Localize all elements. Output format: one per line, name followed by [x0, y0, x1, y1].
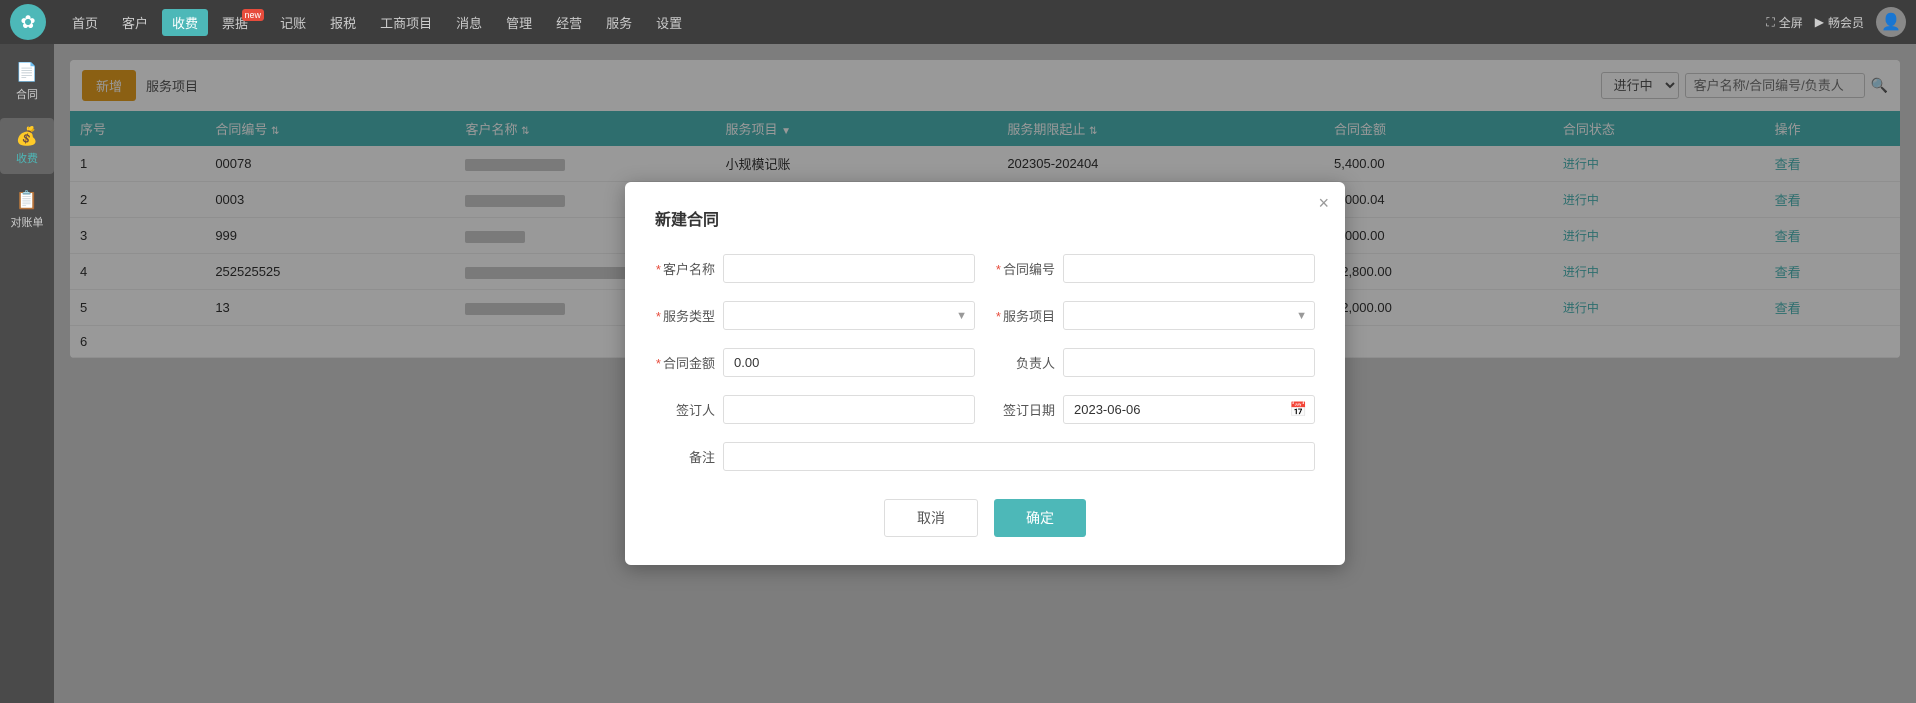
required-mark-3: *: [656, 309, 661, 324]
form-group-amount: *合同金额: [655, 348, 975, 377]
nav-bill[interactable]: 票据 new: [212, 9, 266, 36]
sidebar-statement-label: 对账单: [11, 214, 44, 230]
nav-message[interactable]: 消息: [446, 9, 492, 36]
sidebar: 📄 合同 💰 收费 📋 对账单: [0, 44, 54, 703]
form-row-5: 备注: [655, 442, 1315, 471]
nav-tax[interactable]: 报税: [320, 9, 366, 36]
form-group-service-type: *服务类型 ▼: [655, 301, 975, 330]
nav-manage[interactable]: 管理: [496, 9, 542, 36]
customer-name-input[interactable]: [723, 254, 975, 283]
cancel-button[interactable]: 取消: [884, 499, 978, 537]
required-mark-4: *: [996, 309, 1001, 324]
sidebar-item-fee[interactable]: 💰 收费: [0, 118, 54, 174]
form-row-3: *合同金额 负责人: [655, 348, 1315, 377]
avatar[interactable]: 👤: [1876, 7, 1906, 37]
statement-icon: 📋: [16, 190, 38, 211]
confirm-button[interactable]: 确定: [994, 499, 1086, 537]
main-layout: 📄 合同 💰 收费 📋 对账单 新增 服务项目 进行中 已完成 已终止: [0, 44, 1916, 703]
sign-date-input[interactable]: [1063, 395, 1315, 424]
new-contract-modal: × 新建合同 *客户名称 *合同编号: [625, 182, 1345, 565]
modal-close-button[interactable]: ×: [1318, 194, 1329, 212]
sidebar-item-statement[interactable]: 📋 对账单: [0, 182, 54, 238]
fullscreen-icon: ⛶: [1766, 15, 1774, 30]
modal-footer: 取消 确定: [655, 499, 1315, 537]
form-group-customer: *客户名称: [655, 254, 975, 283]
form-group-contract-no: *合同编号: [995, 254, 1315, 283]
nav-fee[interactable]: 收费: [162, 9, 208, 36]
service-item-select[interactable]: [1063, 301, 1315, 330]
sidebar-contract-label: 合同: [16, 86, 38, 102]
form-group-sign-date: 签订日期 📅: [995, 395, 1315, 424]
nav-account[interactable]: 记账: [270, 9, 316, 36]
remarks-label: 备注: [655, 447, 715, 466]
top-nav: ✿ 首页 客户 收费 票据 new 记账 报税 工商项目 消息 管理 经营 服务…: [0, 0, 1916, 44]
form-group-remarks: 备注: [655, 442, 1315, 471]
nav-items: 首页 客户 收费 票据 new 记账 报税 工商项目 消息 管理 经营 服务 设…: [62, 9, 1766, 36]
amount-input[interactable]: [723, 348, 975, 377]
member-button[interactable]: ▶ 畅会员: [1815, 14, 1864, 31]
play-icon: ▶: [1815, 15, 1824, 29]
app-logo: ✿: [10, 4, 46, 40]
nav-customer[interactable]: 客户: [112, 9, 158, 36]
contract-no-input[interactable]: [1063, 254, 1315, 283]
nav-service[interactable]: 服务: [596, 9, 642, 36]
signer-label: 签订人: [655, 400, 715, 419]
responsible-person-label: 负责人: [995, 353, 1055, 372]
content-area: 新增 服务项目 进行中 已完成 已终止 🔍 序号: [54, 44, 1916, 703]
service-type-select[interactable]: [723, 301, 975, 330]
service-item-label: *服务项目: [995, 306, 1055, 325]
service-item-select-wrapper: ▼: [1063, 301, 1315, 330]
service-type-select-wrapper: ▼: [723, 301, 975, 330]
form-group-responsible: 负责人: [995, 348, 1315, 377]
signer-input[interactable]: [723, 395, 975, 424]
form-group-signer: 签订人: [655, 395, 975, 424]
nav-industry[interactable]: 工商项目: [370, 9, 442, 36]
fullscreen-button[interactable]: ⛶ 全屏: [1766, 14, 1802, 31]
form-row-4: 签订人 签订日期 📅: [655, 395, 1315, 424]
required-mark-2: *: [996, 262, 1001, 277]
modal-overlay: × 新建合同 *客户名称 *合同编号: [54, 44, 1916, 703]
nav-home[interactable]: 首页: [62, 9, 108, 36]
service-type-label: *服务类型: [655, 306, 715, 325]
responsible-person-input[interactable]: [1063, 348, 1315, 377]
customer-name-label: *客户名称: [655, 259, 715, 278]
form-group-service-item: *服务项目 ▼: [995, 301, 1315, 330]
required-mark: *: [656, 262, 661, 277]
nav-settings[interactable]: 设置: [646, 9, 692, 36]
contract-icon: 📄: [16, 62, 38, 83]
form-row-2: *服务类型 ▼ *服务项目: [655, 301, 1315, 330]
new-badge: new: [242, 9, 265, 21]
required-mark-5: *: [656, 356, 661, 371]
contract-no-label: *合同编号: [995, 259, 1055, 278]
amount-label: *合同金额: [655, 353, 715, 372]
nav-operation[interactable]: 经营: [546, 9, 592, 36]
sidebar-fee-label: 收费: [16, 150, 38, 166]
sign-date-wrapper: 📅: [1063, 395, 1315, 424]
remarks-input[interactable]: [723, 442, 1315, 471]
sidebar-item-contract[interactable]: 📄 合同: [0, 54, 54, 110]
modal-title: 新建合同: [655, 206, 1315, 230]
sign-date-label: 签订日期: [995, 400, 1055, 419]
fee-icon: 💰: [16, 126, 38, 147]
fullscreen-label: 全屏: [1779, 14, 1803, 31]
member-label: 畅会员: [1828, 14, 1864, 31]
form-row-1: *客户名称 *合同编号: [655, 254, 1315, 283]
top-nav-right: ⛶ 全屏 ▶ 畅会员 👤: [1766, 7, 1906, 37]
